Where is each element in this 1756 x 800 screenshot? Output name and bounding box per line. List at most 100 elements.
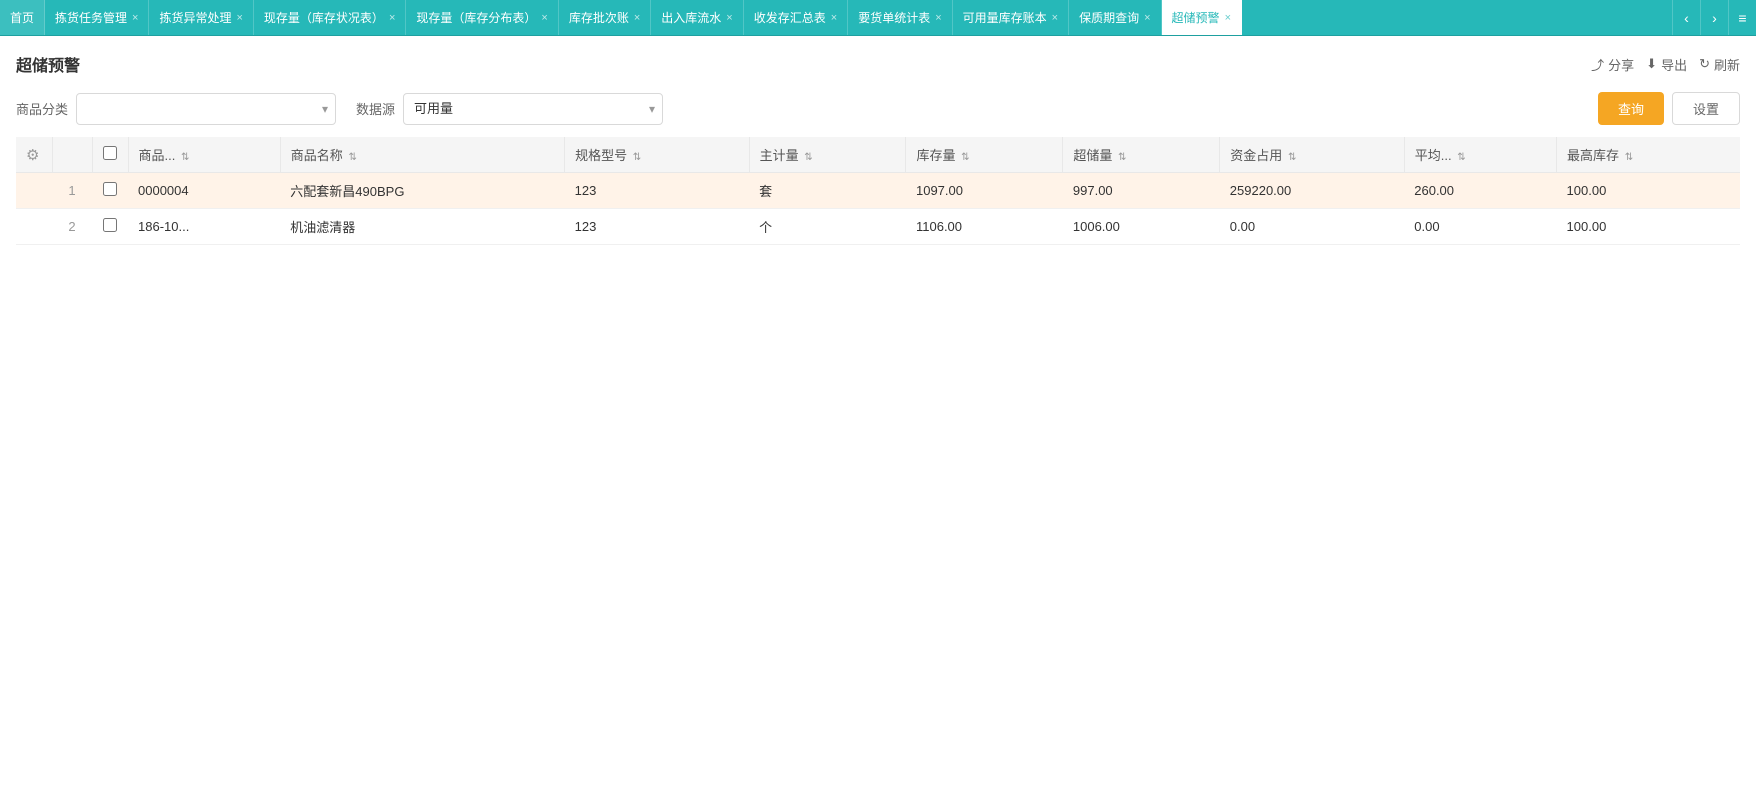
col-header-max-stock-label: 最高库存 [1567, 148, 1619, 163]
col-header-stock-qty[interactable]: 库存量 ⇅ [906, 137, 1063, 173]
nav-tab-home[interactable]: 首页 [0, 0, 45, 35]
commodity-category-label: 商品分类 [16, 99, 68, 118]
nav-tab-10-close[interactable]: × [1144, 12, 1150, 24]
row-checkbox-1[interactable] [103, 218, 117, 232]
nav-tab-5[interactable]: 库存批次账 × [559, 0, 651, 35]
col-sort-main-unit[interactable]: ⇅ [804, 152, 812, 163]
nav-tab-home-label: 首页 [10, 9, 34, 26]
nav-tab-6-close[interactable]: × [726, 12, 732, 24]
commodity-category-select[interactable] [76, 93, 336, 125]
col-sort-stock-qty[interactable]: ⇅ [961, 152, 969, 163]
nav-tab-1[interactable]: 拣货任务管理 × [45, 0, 149, 35]
data-table: ⚙ 商品... ⇅ 商品名称 ⇅ 规格型号 ⇅ [16, 137, 1740, 245]
col-header-product-name-label: 商品名称 [291, 148, 343, 163]
nav-tab-9-close[interactable]: × [1052, 12, 1058, 24]
col-header-settings: ⚙ [16, 137, 52, 173]
col-sort-capital-usage[interactable]: ⇅ [1288, 152, 1296, 163]
nav-tab-3-close[interactable]: × [389, 12, 395, 24]
share-icon: ⤴ [1591, 55, 1604, 74]
col-sort-product-name[interactable]: ⇅ [348, 152, 356, 163]
col-sort-max-stock[interactable]: ⇅ [1625, 152, 1633, 163]
row-spec-model-1: 123 [565, 209, 749, 245]
row-settings-0 [16, 173, 52, 209]
select-all-checkbox[interactable] [103, 146, 117, 160]
nav-tab-1-label: 拣货任务管理 [55, 9, 127, 26]
col-header-spec-model[interactable]: 规格型号 ⇅ [565, 137, 749, 173]
row-product-name-1: 机油滤清器 [280, 209, 564, 245]
data-source-select[interactable]: 可用量 实际量 [403, 93, 663, 125]
row-spec-model-0: 123 [565, 173, 749, 209]
row-over-stock-1: 1006.00 [1063, 209, 1220, 245]
col-header-over-stock[interactable]: 超储量 ⇅ [1063, 137, 1220, 173]
nav-tab-7-close[interactable]: × [831, 12, 837, 24]
col-header-product-code[interactable]: 商品... ⇅ [128, 137, 280, 173]
row-max-stock-1: 100.00 [1557, 209, 1740, 245]
nav-tab-2-close[interactable]: × [236, 12, 242, 24]
nav-tab-6[interactable]: 出入库流水 × [651, 0, 743, 35]
nav-tab-8-close[interactable]: × [935, 12, 941, 24]
share-label: 分享 [1608, 55, 1634, 74]
row-product-code-1: 186-10... [128, 209, 280, 245]
row-avg-1: 0.00 [1404, 209, 1556, 245]
row-index-0: 1 [52, 173, 92, 209]
nav-tab-6-label: 出入库流水 [661, 9, 721, 26]
settings-icon[interactable]: ⚙ [26, 147, 39, 164]
col-sort-over-stock[interactable]: ⇅ [1118, 152, 1126, 163]
col-header-stock-qty-label: 库存量 [916, 148, 955, 163]
row-main-unit-1: 个 [749, 209, 906, 245]
top-nav: 首页 拣货任务管理 × 拣货异常处理 × 现存量（库存状况表） × 现存量（库存… [0, 0, 1756, 36]
data-source-select-wrapper: 可用量 实际量 ▾ [403, 93, 663, 125]
nav-more-button[interactable]: ≡ [1728, 0, 1756, 36]
share-button[interactable]: ⤴ 分享 [1591, 55, 1634, 74]
nav-tab-5-close[interactable]: × [634, 12, 640, 24]
row-settings-1 [16, 209, 52, 245]
nav-tab-1-close[interactable]: × [132, 12, 138, 24]
col-header-capital-usage[interactable]: 资金占用 ⇅ [1220, 137, 1404, 173]
export-label: 导出 [1661, 55, 1687, 74]
nav-tab-9[interactable]: 可用量库存账本 × [953, 0, 1069, 35]
col-header-main-unit[interactable]: 主计量 ⇅ [749, 137, 906, 173]
page-header: 超储预警 ⤴ 分享 ⬇ 导出 ↻ 刷新 [16, 52, 1740, 76]
refresh-button[interactable]: ↻ 刷新 [1699, 55, 1740, 74]
nav-tab-7-label: 收发存汇总表 [754, 9, 826, 26]
nav-tab-10-label: 保质期查询 [1079, 9, 1139, 26]
set-button[interactable]: 设置 [1672, 92, 1740, 125]
filter-commodity-category: 商品分类 ▾ [16, 93, 336, 125]
nav-tab-8[interactable]: 要货单统计表 × [848, 0, 952, 35]
nav-tab-11-label: 超储预警 [1172, 9, 1220, 26]
row-checkbox-0[interactable] [103, 182, 117, 196]
header-actions: ⤴ 分享 ⬇ 导出 ↻ 刷新 [1591, 55, 1740, 74]
refresh-label: 刷新 [1714, 55, 1740, 74]
col-sort-avg[interactable]: ⇅ [1457, 152, 1465, 163]
nav-tab-7[interactable]: 收发存汇总表 × [744, 0, 848, 35]
nav-tab-11[interactable]: 超储预警 × [1162, 0, 1242, 35]
nav-prev-button[interactable]: ‹ [1672, 0, 1700, 36]
nav-tab-10[interactable]: 保质期查询 × [1069, 0, 1161, 35]
col-header-product-name[interactable]: 商品名称 ⇅ [280, 137, 564, 173]
table-row: 1 0000004 六配套新昌490BPG 123 套 1097.00 997.… [16, 173, 1740, 209]
nav-tab-2[interactable]: 拣货异常处理 × [149, 0, 253, 35]
col-header-checkbox [92, 137, 128, 173]
col-sort-product-code[interactable]: ⇅ [181, 152, 189, 163]
export-button[interactable]: ⬇ 导出 [1646, 55, 1687, 74]
col-header-max-stock[interactable]: 最高库存 ⇅ [1557, 137, 1740, 173]
nav-tab-11-close[interactable]: × [1225, 12, 1231, 24]
col-header-index [52, 137, 92, 173]
col-sort-spec-model[interactable]: ⇅ [633, 152, 641, 163]
row-product-code-0: 0000004 [128, 173, 280, 209]
export-icon: ⬇ [1646, 56, 1657, 72]
nav-tab-4[interactable]: 现存量（库存分布表） × [406, 0, 558, 35]
nav-tab-3-label: 现存量（库存状况表） [264, 9, 384, 26]
nav-next-button[interactable]: › [1700, 0, 1728, 36]
commodity-category-select-wrapper: ▾ [76, 93, 336, 125]
table-row: 2 186-10... 机油滤清器 123 个 1106.00 1006.00 … [16, 209, 1740, 245]
row-avg-0: 260.00 [1404, 173, 1556, 209]
query-button[interactable]: 查询 [1598, 92, 1664, 125]
nav-tab-3[interactable]: 现存量（库存状况表） × [254, 0, 406, 35]
col-header-avg[interactable]: 平均... ⇅ [1404, 137, 1556, 173]
refresh-icon: ↻ [1699, 56, 1710, 72]
col-header-main-unit-label: 主计量 [760, 148, 799, 163]
nav-tab-4-close[interactable]: × [541, 12, 547, 24]
col-header-over-stock-label: 超储量 [1073, 148, 1112, 163]
row-index-1: 2 [52, 209, 92, 245]
